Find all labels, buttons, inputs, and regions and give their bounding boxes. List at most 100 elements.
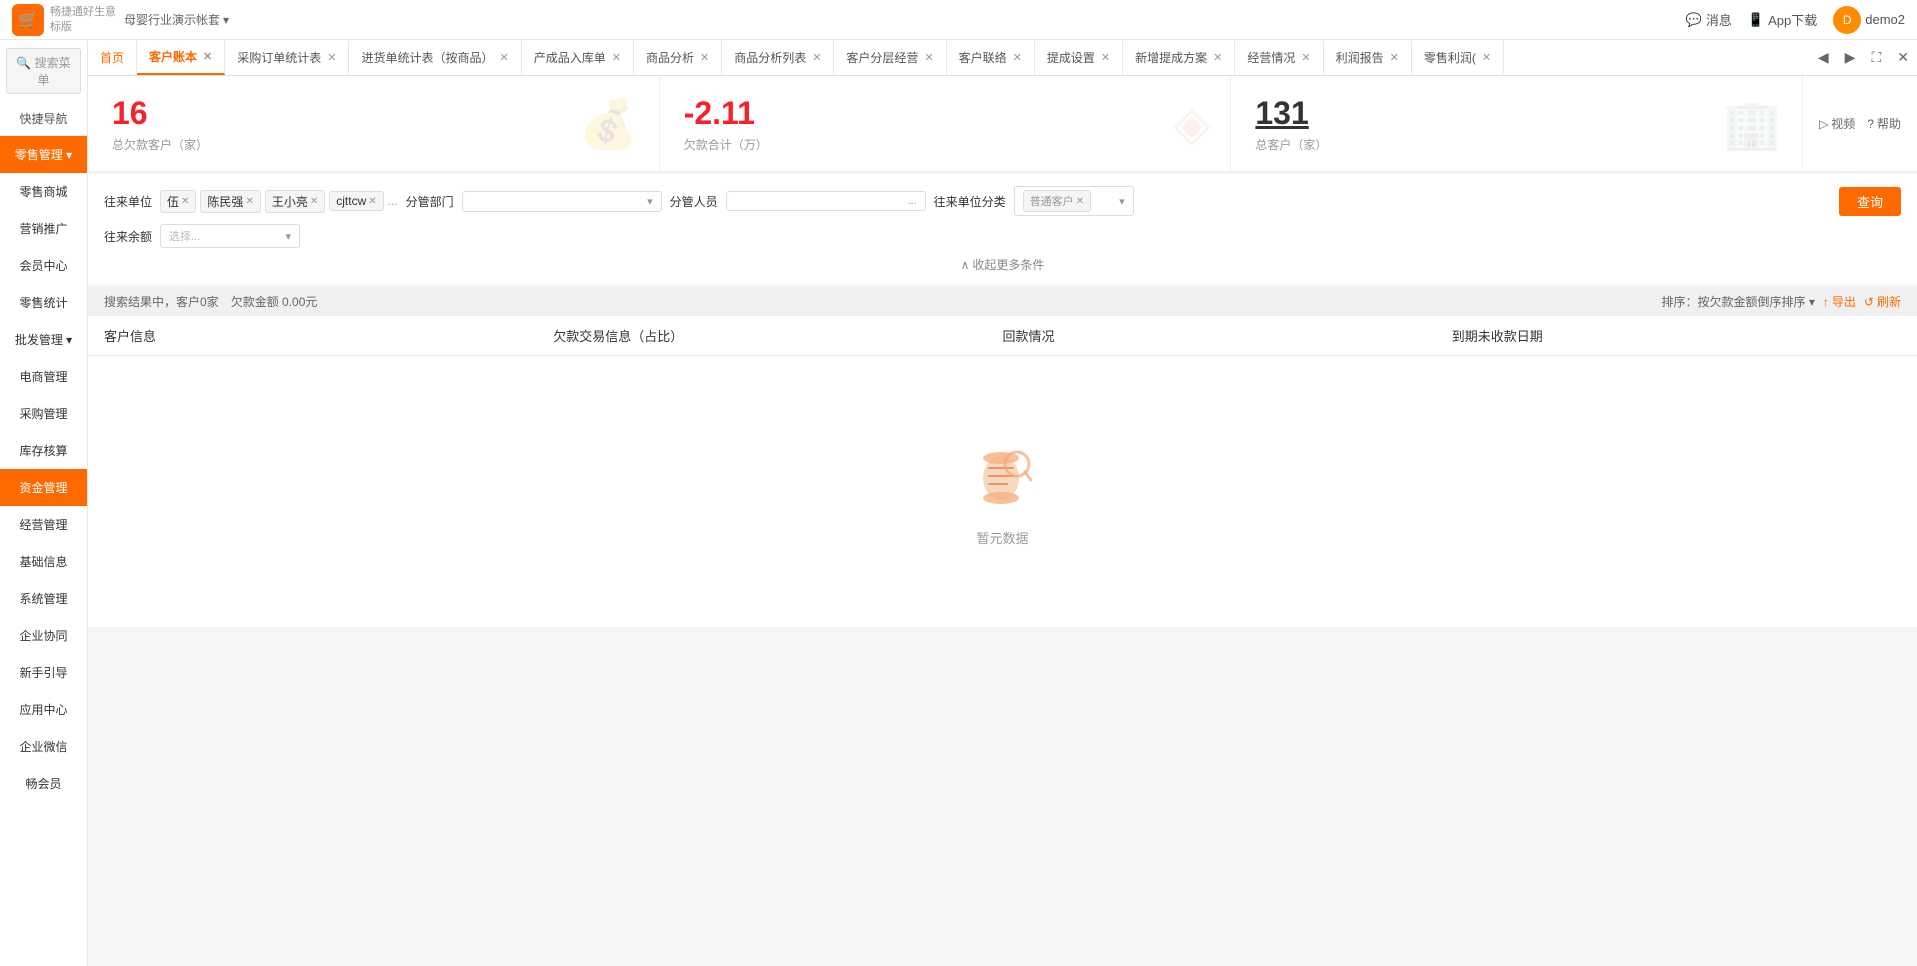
- sidebar-search-button[interactable]: 🔍 搜索菜单: [6, 48, 81, 94]
- tab-inbound-stats[interactable]: 进货单统计表（按商品） ✕: [349, 41, 521, 74]
- balance-select[interactable]: 选择... ▾: [160, 224, 300, 248]
- dept-select[interactable]: ▾: [462, 191, 662, 212]
- tab-customer-contact[interactable]: 客户联络 ✕: [947, 41, 1035, 74]
- sidebar-item-vip-member[interactable]: 畅会员: [0, 765, 87, 802]
- filter-tag-ordinary[interactable]: 普通客户 ✕: [1023, 190, 1091, 212]
- tab-customer-tier[interactable]: 客户分层经营 ✕: [834, 41, 946, 74]
- tag-close-icon[interactable]: ✕: [310, 196, 318, 207]
- tab-close-icon[interactable]: ✕: [1013, 51, 1022, 64]
- tab-cost-inbound[interactable]: 产成品入库单 ✕: [522, 41, 634, 74]
- filter-row-2: 往来余额 选择... ▾: [104, 224, 1901, 248]
- tab-product-analysis-list[interactable]: 商品分析列表 ✕: [722, 41, 834, 74]
- tab-close-icon[interactable]: ✕: [700, 51, 709, 64]
- sidebar-item-label: 企业协同: [19, 629, 67, 643]
- sidebar-item-label: 系统管理: [19, 592, 67, 606]
- sidebar-item-system[interactable]: 系统管理: [0, 580, 87, 617]
- export-button[interactable]: ↑ 导出: [1823, 293, 1856, 310]
- tab-close-icon[interactable]: ✕: [1482, 51, 1491, 64]
- tab-close-icon[interactable]: ✕: [1101, 51, 1110, 64]
- message-button[interactable]: 💬 消息: [1686, 10, 1732, 29]
- top-bar-right: 💬 消息 📱 App下载 D demo2: [1686, 6, 1905, 34]
- filter-tag-chen[interactable]: 陈民强 ✕: [200, 190, 260, 213]
- help-button[interactable]: ? 帮助: [1867, 115, 1901, 132]
- tag-close-icon[interactable]: ✕: [1076, 196, 1084, 207]
- main-layout: 🔍 搜索菜单 快捷导航 零售管理 ▾ 零售商城 营销推广 会员中心 零售统计 批…: [0, 40, 1917, 966]
- tabs-prev-button[interactable]: ◀: [1810, 45, 1837, 70]
- sidebar-item-new-guide[interactable]: 新手引导: [0, 654, 87, 691]
- tab-close-icon[interactable]: ✕: [612, 51, 621, 64]
- sidebar-item-basic-info[interactable]: 基础信息: [0, 543, 87, 580]
- tab-retail-profit[interactable]: 零售利润( ✕: [1412, 41, 1504, 74]
- tab-close-icon[interactable]: ✕: [1213, 51, 1222, 64]
- workspace-selector[interactable]: 母婴行业演示帐套 ▾: [124, 11, 229, 28]
- sidebar-item-app-center[interactable]: 应用中心: [0, 691, 87, 728]
- video-button[interactable]: ▷ 视频: [1819, 115, 1855, 132]
- sidebar-item-marketing[interactable]: 营销推广: [0, 210, 87, 247]
- sidebar-item-inventory[interactable]: 库存核算: [0, 432, 87, 469]
- sidebar-item-purchase[interactable]: 采购管理: [0, 395, 87, 432]
- empty-state: 暂元数据: [88, 356, 1917, 627]
- video-icon: ▷: [1819, 117, 1828, 131]
- sidebar-item-finance[interactable]: 资金管理: [0, 469, 87, 506]
- tab-label: 提成设置: [1047, 49, 1095, 66]
- tag-close-icon[interactable]: ✕: [245, 196, 253, 207]
- sidebar-item-retail-mgmt[interactable]: 零售管理 ▾: [0, 136, 87, 173]
- filter-tag-wang[interactable]: 王小亮 ✕: [265, 190, 325, 213]
- staff-more[interactable]: ...: [908, 195, 917, 207]
- refresh-button[interactable]: ↺ 刷新: [1864, 293, 1901, 310]
- collapse-button[interactable]: ∧ 收起更多条件: [961, 256, 1045, 273]
- collapse-up-icon: ∧: [961, 258, 970, 272]
- tag-label: 王小亮: [272, 193, 308, 210]
- filter-tag-wu[interactable]: 伍 ✕: [160, 190, 196, 213]
- table-header-col1: 客户信息: [104, 326, 553, 345]
- tab-suggest-settings[interactable]: 提成设置 ✕: [1035, 41, 1123, 74]
- tab-close-icon[interactable]: ✕: [500, 51, 509, 64]
- customers-bg-icon: 💰: [579, 95, 639, 152]
- tab-purchase-stats[interactable]: 采购订单统计表 ✕: [225, 41, 349, 74]
- sidebar-item-retail-stats[interactable]: 零售统计: [0, 284, 87, 321]
- filter-tag-cjttcw[interactable]: cjttcw ✕: [329, 191, 383, 211]
- sidebar-item-enterprise-collab[interactable]: 企业协同: [0, 617, 87, 654]
- quick-nav-button[interactable]: 快捷导航: [0, 102, 87, 136]
- filter-bar: 往来单位 伍 ✕ 陈民强 ✕ 王小亮 ✕: [88, 174, 1917, 285]
- tabs-next-button[interactable]: ▶: [1837, 45, 1864, 70]
- debt-amount-text: 欠款金额 0.00元: [231, 293, 318, 310]
- sidebar-item-enterprise-wechat[interactable]: 企业微信: [0, 728, 87, 765]
- tag-close-icon[interactable]: ✕: [368, 196, 376, 207]
- tab-close-icon[interactable]: ✕: [924, 51, 933, 64]
- sidebar-item-operations[interactable]: 经营管理: [0, 506, 87, 543]
- filter-more-button[interactable]: ...: [388, 194, 398, 208]
- sidebar-item-ecommerce[interactable]: 电商管理: [0, 358, 87, 395]
- app-download-button[interactable]: 📱 App下载: [1748, 10, 1817, 29]
- total-customers-value[interactable]: 131: [1255, 94, 1308, 132]
- tab-new-suggest[interactable]: 新增提成方案 ✕: [1123, 41, 1235, 74]
- search-button[interactable]: 查询: [1839, 187, 1901, 216]
- tab-close-icon[interactable]: ✕: [327, 51, 336, 64]
- result-bar-right: 排序：按欠款金额倒序排序 ▾ ↑ 导出 ↺ 刷新: [1662, 293, 1901, 310]
- tab-home[interactable]: 首页: [88, 41, 137, 74]
- sidebar-item-retail-mall[interactable]: 零售商城: [0, 173, 87, 210]
- table-header-col3: 回款情况: [1003, 326, 1452, 345]
- tabs-close-all-button[interactable]: ✕: [1889, 45, 1917, 70]
- tabs-fullscreen-button[interactable]: ⛶: [1863, 45, 1889, 70]
- tab-profit-report[interactable]: 利润报告 ✕: [1324, 41, 1412, 74]
- unit-type-select[interactable]: 普通客户 ✕ ▾: [1014, 186, 1134, 216]
- tab-accounts-receivable[interactable]: 客户账本 ✕: [137, 40, 225, 75]
- sidebar-item-wholesale[interactable]: 批发管理 ▾: [0, 321, 87, 358]
- unit-type-tags: 普通客户 ✕: [1023, 190, 1119, 212]
- tab-close-icon[interactable]: ✕: [812, 51, 821, 64]
- sidebar-item-member[interactable]: 会员中心: [0, 247, 87, 284]
- download-icon: 📱: [1748, 12, 1764, 28]
- tag-close-icon[interactable]: ✕: [181, 196, 189, 207]
- search-result-text: 搜索结果中，客户0家: [104, 293, 219, 310]
- tab-close-icon[interactable]: ✕: [1301, 51, 1310, 64]
- tab-close-icon[interactable]: ✕: [1390, 51, 1399, 64]
- tab-product-analysis[interactable]: 商品分析 ✕: [634, 41, 722, 74]
- tab-operations-status[interactable]: 经营情况 ✕: [1235, 41, 1323, 74]
- staff-select[interactable]: ...: [726, 191, 926, 211]
- user-menu[interactable]: D demo2: [1833, 6, 1905, 34]
- tab-close-icon[interactable]: ✕: [203, 50, 212, 63]
- sort-arrow-icon[interactable]: ▾: [1809, 295, 1815, 309]
- user-name: demo2: [1865, 12, 1905, 27]
- quick-nav-label: 快捷导航: [19, 112, 67, 126]
